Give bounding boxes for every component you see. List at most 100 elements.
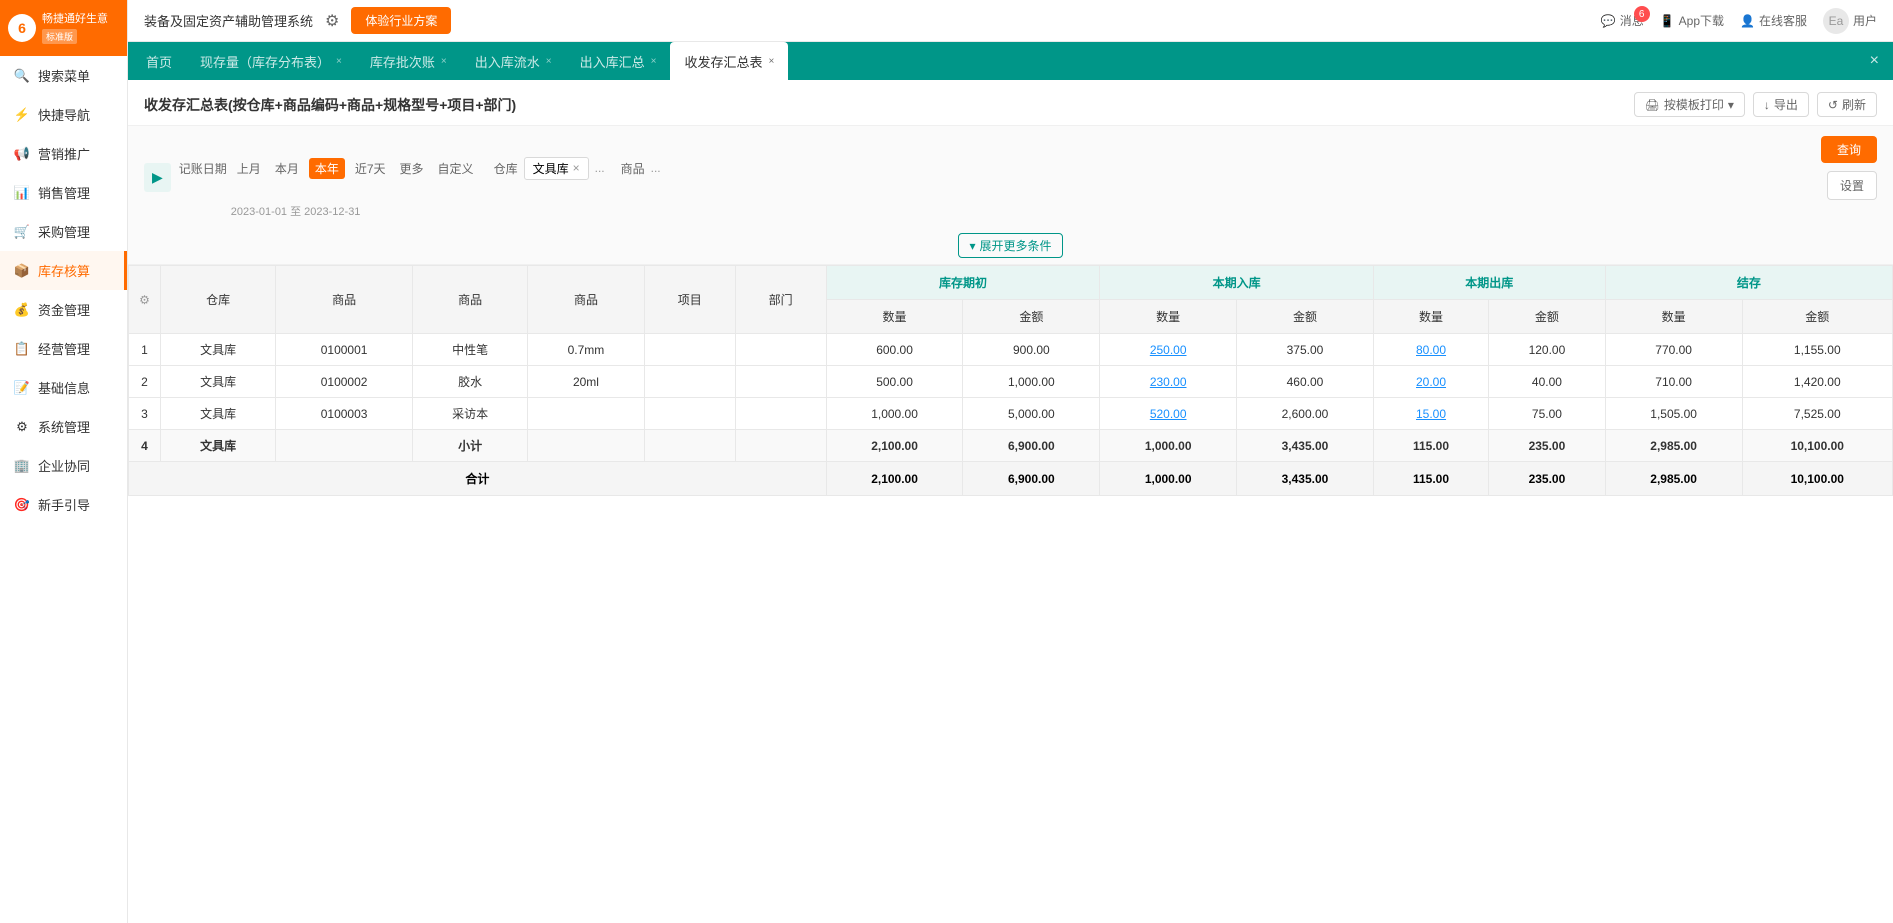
row-department <box>735 398 826 430</box>
warehouse-tag-close[interactable]: × <box>573 161 580 175</box>
date-btn-last-month[interactable]: 上月 <box>233 158 265 179</box>
page-title: 收发存汇总表(按仓库+商品编码+商品+规格型号+项目+部门) <box>144 95 516 115</box>
tab-recv-send[interactable]: 收发存汇总表 × <box>670 42 788 80</box>
table-settings-icon[interactable]: ⚙ <box>139 293 150 307</box>
sidebar-item-marketing[interactable]: 📢 营销推广 <box>0 134 127 173</box>
footer-opening-amt: 6,900.00 <box>963 462 1100 496</box>
row-out-qty-link[interactable]: 80.00 <box>1416 343 1446 357</box>
user-label: 用户 <box>1853 12 1877 29</box>
app-download-action[interactable]: 📱 App下载 <box>1660 12 1724 29</box>
sidebar-item-corp[interactable]: 🏢 企业协同 <box>0 446 127 485</box>
date-btn-this-year[interactable]: 本年 <box>309 158 345 179</box>
tab-stock-dist-label: 现存量（库存分布表） <box>200 52 330 71</box>
sidebar-item-operations[interactable]: 📋 经营管理 <box>0 329 127 368</box>
warehouse-more[interactable]: ... <box>595 161 605 175</box>
row-in-qty-link[interactable]: 520.00 <box>1150 407 1187 421</box>
tab-stock-dist-close[interactable]: × <box>336 56 342 67</box>
sidebar-logo: 6 畅捷通好生意 标准版 <box>0 0 127 56</box>
date-btn-7days[interactable]: 近7天 <box>351 158 390 179</box>
row-in-qty[interactable]: 520.00 <box>1100 398 1237 430</box>
inventory-icon: 📦 <box>14 263 30 279</box>
header-right: 💬 消息 6 📱 App下载 👤 在线客服 Ea 用户 <box>1601 8 1877 34</box>
row-project <box>644 366 735 398</box>
row-out-qty[interactable]: 20.00 <box>1373 366 1488 398</box>
sidebar-item-system[interactable]: ⚙ 系统管理 <box>0 407 127 446</box>
trial-button[interactable]: 体验行业方案 <box>351 7 451 34</box>
system-settings-icon[interactable]: ⚙ <box>325 11 339 31</box>
sidebar-item-quick[interactable]: ⚡ 快捷导航 <box>0 95 127 134</box>
close-all-tabs[interactable]: × <box>1860 52 1889 70</box>
tab-recv-send-close[interactable]: × <box>768 56 774 67</box>
sidebar-item-inventory[interactable]: 📦 库存核算 <box>0 251 127 290</box>
row-out-qty-link[interactable]: 20.00 <box>1416 375 1446 389</box>
row-goods-name: 胶水 <box>413 366 528 398</box>
th-balance-qty: 数量 <box>1605 300 1742 334</box>
service-label: 在线客服 <box>1759 12 1807 29</box>
date-btn-more[interactable]: 更多 <box>396 158 428 179</box>
filter-toggle-button[interactable]: ▶ <box>144 163 171 192</box>
row-opening-amt: 900.00 <box>963 334 1100 366</box>
th-department: 部门 <box>735 266 826 334</box>
filter-row-1: 记账日期 上月 本月 本年 近7天 更多 自定义 仓库 <box>179 136 1877 200</box>
row-balance-qty: 1,505.00 <box>1605 398 1742 430</box>
tab-batch[interactable]: 库存批次账 × <box>356 42 461 80</box>
purchase-icon: 🛒 <box>14 224 30 240</box>
row-out-qty[interactable]: 80.00 <box>1373 334 1488 366</box>
row-no: 1 <box>129 334 161 366</box>
sidebar-item-sales[interactable]: 📊 销售管理 <box>0 173 127 212</box>
export-button[interactable]: ↓ 导出 <box>1753 92 1809 117</box>
message-action[interactable]: 💬 消息 6 <box>1601 12 1644 29</box>
row-in-qty-link[interactable]: 250.00 <box>1150 343 1187 357</box>
sidebar-item-inventory-label: 库存核算 <box>38 261 90 280</box>
row-balance-qty: 710.00 <box>1605 366 1742 398</box>
row-goods-spec <box>528 398 645 430</box>
row-balance-amt: 10,100.00 <box>1742 430 1892 462</box>
refresh-icon: ↺ <box>1828 98 1838 112</box>
row-in-amt: 2,600.00 <box>1237 398 1374 430</box>
goods-more[interactable]: ... <box>651 161 661 175</box>
row-out-qty[interactable]: 115.00 <box>1373 430 1488 462</box>
row-out-qty[interactable]: 15.00 <box>1373 398 1488 430</box>
sidebar-item-finance[interactable]: 💰 资金管理 <box>0 290 127 329</box>
filter-settings-button[interactable]: 设置 <box>1827 171 1877 200</box>
row-in-qty[interactable]: 1,000.00 <box>1100 430 1237 462</box>
date-btn-custom[interactable]: 自定义 <box>434 158 478 179</box>
row-in-qty-link[interactable]: 230.00 <box>1150 375 1187 389</box>
row-goods-code: 0100002 <box>276 366 413 398</box>
query-button[interactable]: 查询 <box>1821 136 1877 163</box>
row-out-qty-link[interactable]: 15.00 <box>1416 407 1446 421</box>
tab-flow[interactable]: 出入库流水 × <box>461 42 566 80</box>
row-in-amt: 460.00 <box>1237 366 1374 398</box>
date-btn-this-month[interactable]: 本月 <box>271 158 303 179</box>
tab-flow-label: 出入库流水 <box>475 52 540 71</box>
tab-stock-dist[interactable]: 现存量（库存分布表） × <box>186 42 356 80</box>
row-in-qty[interactable]: 250.00 <box>1100 334 1237 366</box>
tab-summary[interactable]: 出入库汇总 × <box>566 42 671 80</box>
row-project <box>644 430 735 462</box>
tab-home[interactable]: 首页 <box>132 42 186 80</box>
print-button[interactable]: 🖨 按模板打印 ▾ <box>1634 92 1745 117</box>
tab-flow-close[interactable]: × <box>546 56 552 67</box>
user-action[interactable]: Ea 用户 <box>1823 8 1877 34</box>
sidebar-item-basic[interactable]: 📝 基础信息 <box>0 368 127 407</box>
tab-summary-close[interactable]: × <box>651 56 657 67</box>
expand-row: ▾ 展开更多条件 <box>144 225 1877 258</box>
sidebar-item-purchase[interactable]: 🛒 采购管理 <box>0 212 127 251</box>
sidebar-item-search[interactable]: 🔍 搜索菜单 <box>0 56 127 95</box>
expand-conditions-button[interactable]: ▾ 展开更多条件 <box>958 233 1062 258</box>
online-service-action[interactable]: 👤 在线客服 <box>1740 12 1807 29</box>
expand-label: 展开更多条件 <box>980 237 1052 254</box>
sidebar-nav: 🔍 搜索菜单 ⚡ 快捷导航 📢 营销推广 📊 销售管理 🛒 采购管理 📦 库存核… <box>0 56 127 923</box>
th-settings: ⚙ <box>129 266 161 334</box>
row-opening-qty: 600.00 <box>826 334 963 366</box>
footer-label: 合计 <box>129 462 827 496</box>
warehouse-tag: 文具库 × <box>524 157 589 180</box>
warehouse-filter: 仓库 文具库 × ... <box>494 157 605 180</box>
refresh-button[interactable]: ↺ 刷新 <box>1817 92 1877 117</box>
row-in-qty[interactable]: 230.00 <box>1100 366 1237 398</box>
tab-batch-close[interactable]: × <box>441 56 447 67</box>
th-warehouse: 仓库 <box>161 266 276 334</box>
sidebar-item-guide[interactable]: 🎯 新手引导 <box>0 485 127 524</box>
refresh-label: 刷新 <box>1842 96 1866 113</box>
filter-query-area: 查询 设置 <box>1821 136 1877 200</box>
